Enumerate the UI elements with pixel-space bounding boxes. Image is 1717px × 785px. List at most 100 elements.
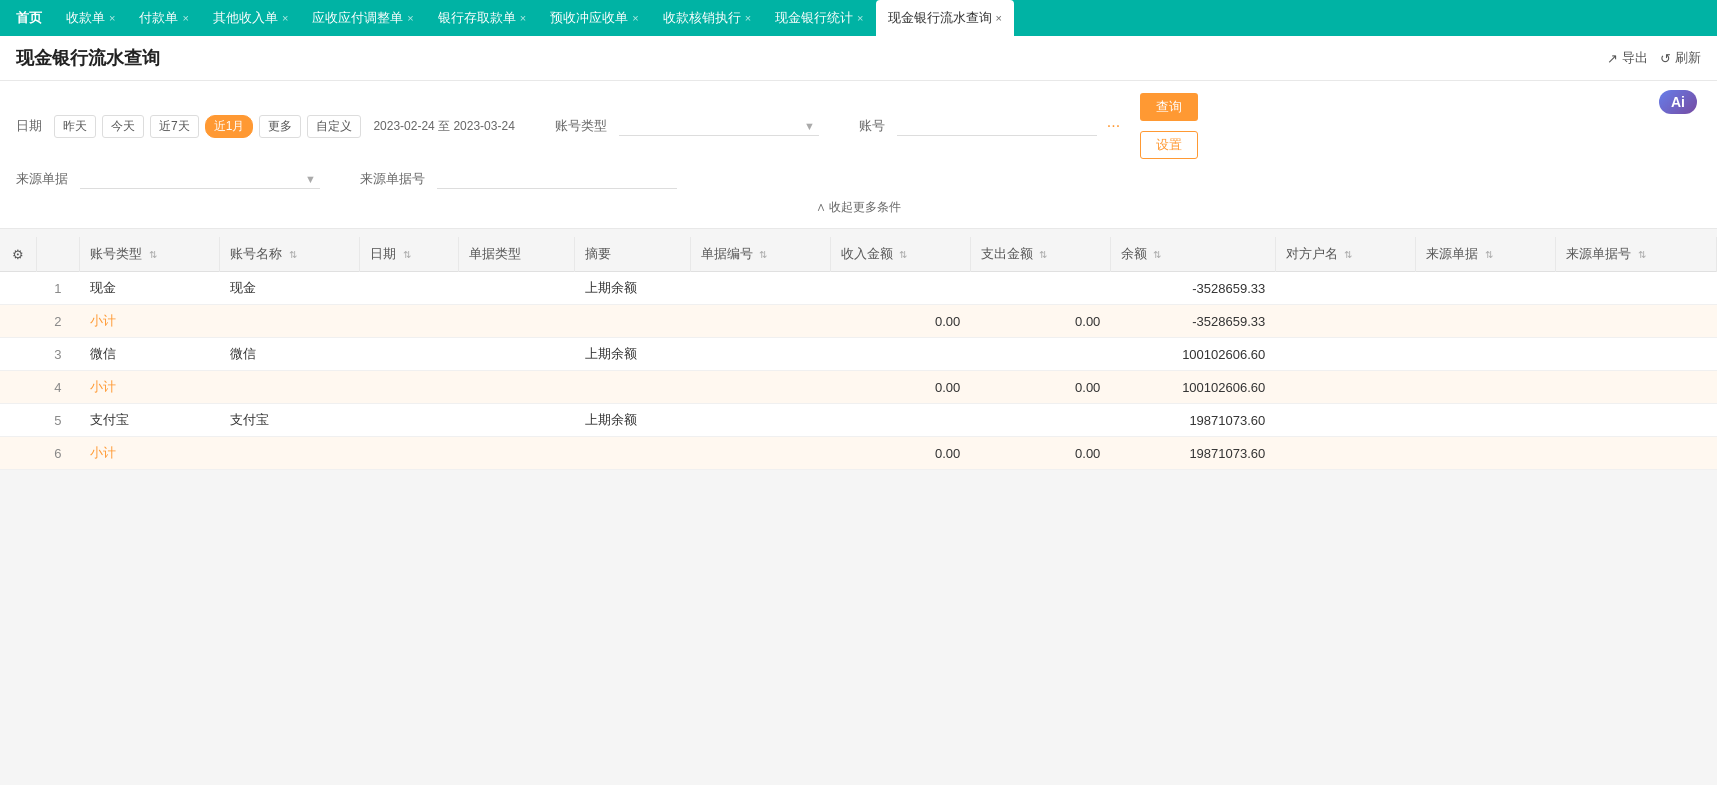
table-container: ⚙ 账号类型 ⇅ 账号名称 ⇅ 日期 ⇅ 单据类型 摘要 单据编号 ⇅ 收入金额… [0,237,1717,470]
td-doc-no [690,305,830,338]
date-btn-more[interactable]: 更多 [259,115,301,138]
source-doc-select-wrapper: ▼ [80,169,320,189]
th-expense[interactable]: 支出金额 ⇅ [970,237,1110,272]
nav-bank-deposit[interactable]: 银行存取款单 × [426,0,538,36]
account-dots-button[interactable]: ··· [1107,117,1120,135]
nav-bank-deposit-label: 银行存取款单 [438,9,516,27]
td-counterparty [1275,305,1415,338]
td-idx: 1 [36,272,80,305]
th-balance[interactable]: 余额 ⇅ [1110,237,1275,272]
account-type-filter: 账号类型 ▼ [555,116,819,136]
nav-receipt-verify-close[interactable]: × [745,12,751,24]
source-doc-filter: 来源单据 ▼ [16,169,320,189]
account-input[interactable] [897,116,1097,136]
td-balance: 19871073.60 [1110,404,1275,437]
table-row[interactable]: 3微信微信上期余额100102606.60 [0,338,1717,371]
nav-ar-ap-adjust-label: 应收应付调整单 [312,9,403,27]
collapse-bar[interactable]: ∧ 收起更多条件 [16,199,1701,216]
td-account-name [220,305,360,338]
td-income: 0.00 [830,437,970,470]
query-button[interactable]: 查询 [1140,93,1198,121]
th-counterparty[interactable]: 对方户名 ⇅ [1275,237,1415,272]
table-body: 1现金现金上期余额-3528659.332小计0.000.00-3528659.… [0,272,1717,470]
td-balance: 100102606.60 [1110,371,1275,404]
td-doc-no [690,371,830,404]
date-btn-7days[interactable]: 近7天 [150,115,199,138]
td-income: 0.00 [830,371,970,404]
nav-advance-ar-close[interactable]: × [632,12,638,24]
td-expense: 0.00 [970,371,1110,404]
date-label: 日期 [16,117,42,135]
nav-ar-ap-adjust-close[interactable]: × [407,12,413,24]
date-btn-custom[interactable]: 自定义 [307,115,361,138]
td-gear [0,305,36,338]
table-row[interactable]: 1现金现金上期余额-3528659.33 [0,272,1717,305]
nav-cash-bank-flow[interactable]: 现金银行流水查询 × [876,0,1014,36]
refresh-button[interactable]: ↺ 刷新 [1660,49,1701,67]
filter-area: 日期 昨天 今天 近7天 近1月 更多 自定义 2023-02-24 至 202… [0,81,1717,229]
td-source-doc [1415,305,1555,338]
td-expense [970,404,1110,437]
nav-receipt-verify[interactable]: 收款核销执行 × [651,0,763,36]
td-counterparty [1275,371,1415,404]
th-idx [36,237,80,272]
date-btn-1month[interactable]: 近1月 [205,115,254,138]
source-doc-no-input[interactable] [437,169,677,189]
nav-receipt-close[interactable]: × [109,12,115,24]
nav-home[interactable]: 首页 [4,0,54,36]
table-row[interactable]: 6小计0.000.0019871073.60 [0,437,1717,470]
account-type-select[interactable] [619,116,819,135]
th-income[interactable]: 收入金额 ⇅ [830,237,970,272]
nav-other-income[interactable]: 其他收入单 × [201,0,300,36]
td-summary [575,371,690,404]
th-gear[interactable]: ⚙ [0,237,36,272]
nav-bank-deposit-close[interactable]: × [520,12,526,24]
date-btn-today[interactable]: 今天 [102,115,144,138]
nav-cash-bank-flow-close[interactable]: × [996,12,1002,24]
nav-receipt[interactable]: 收款单 × [54,0,127,36]
export-label: 导出 [1622,49,1648,67]
nav-payment-close[interactable]: × [182,12,188,24]
th-doc-no[interactable]: 单据编号 ⇅ [690,237,830,272]
th-source-doc[interactable]: 来源单据 ⇅ [1415,237,1555,272]
table-row[interactable]: 2小计0.000.00-3528659.33 [0,305,1717,338]
nav-cash-bank-stats-close[interactable]: × [857,12,863,24]
td-balance: 19871073.60 [1110,437,1275,470]
td-summary [575,437,690,470]
td-expense [970,338,1110,371]
table-row[interactable]: 4小计0.000.00100102606.60 [0,371,1717,404]
td-doc-type [458,305,575,338]
td-gear [0,404,36,437]
td-balance: 100102606.60 [1110,338,1275,371]
td-source-doc-no [1555,404,1716,437]
nav-cash-bank-stats[interactable]: 现金银行统计 × [763,0,875,36]
td-source-doc-no [1555,437,1716,470]
td-date [360,404,459,437]
td-date [360,371,459,404]
refresh-icon: ↺ [1660,51,1671,66]
ai-badge[interactable]: Ai [1659,90,1697,114]
export-button[interactable]: ↗ 导出 [1607,49,1648,67]
td-gear [0,437,36,470]
source-doc-select[interactable] [80,169,320,188]
nav-advance-ar[interactable]: 预收冲应收单 × [538,0,650,36]
td-doc-no [690,404,830,437]
td-account-name: 支付宝 [220,404,360,437]
th-account-name[interactable]: 账号名称 ⇅ [220,237,360,272]
date-btn-yesterday[interactable]: 昨天 [54,115,96,138]
nav-cash-bank-stats-label: 现金银行统计 [775,9,853,27]
table-row[interactable]: 5支付宝支付宝上期余额19871073.60 [0,404,1717,437]
nav-other-income-close[interactable]: × [282,12,288,24]
td-income [830,338,970,371]
th-date[interactable]: 日期 ⇅ [360,237,459,272]
td-idx: 6 [36,437,80,470]
td-account-type: 微信 [80,338,220,371]
th-summary: 摘要 [575,237,690,272]
settings-button[interactable]: 设置 [1140,131,1198,159]
nav-other-income-label: 其他收入单 [213,9,278,27]
th-account-type[interactable]: 账号类型 ⇅ [80,237,220,272]
nav-ar-ap-adjust[interactable]: 应收应付调整单 × [300,0,425,36]
source-doc-no-filter: 来源单据号 [360,169,677,189]
th-source-doc-no[interactable]: 来源单据号 ⇅ [1555,237,1716,272]
nav-payment[interactable]: 付款单 × [127,0,200,36]
